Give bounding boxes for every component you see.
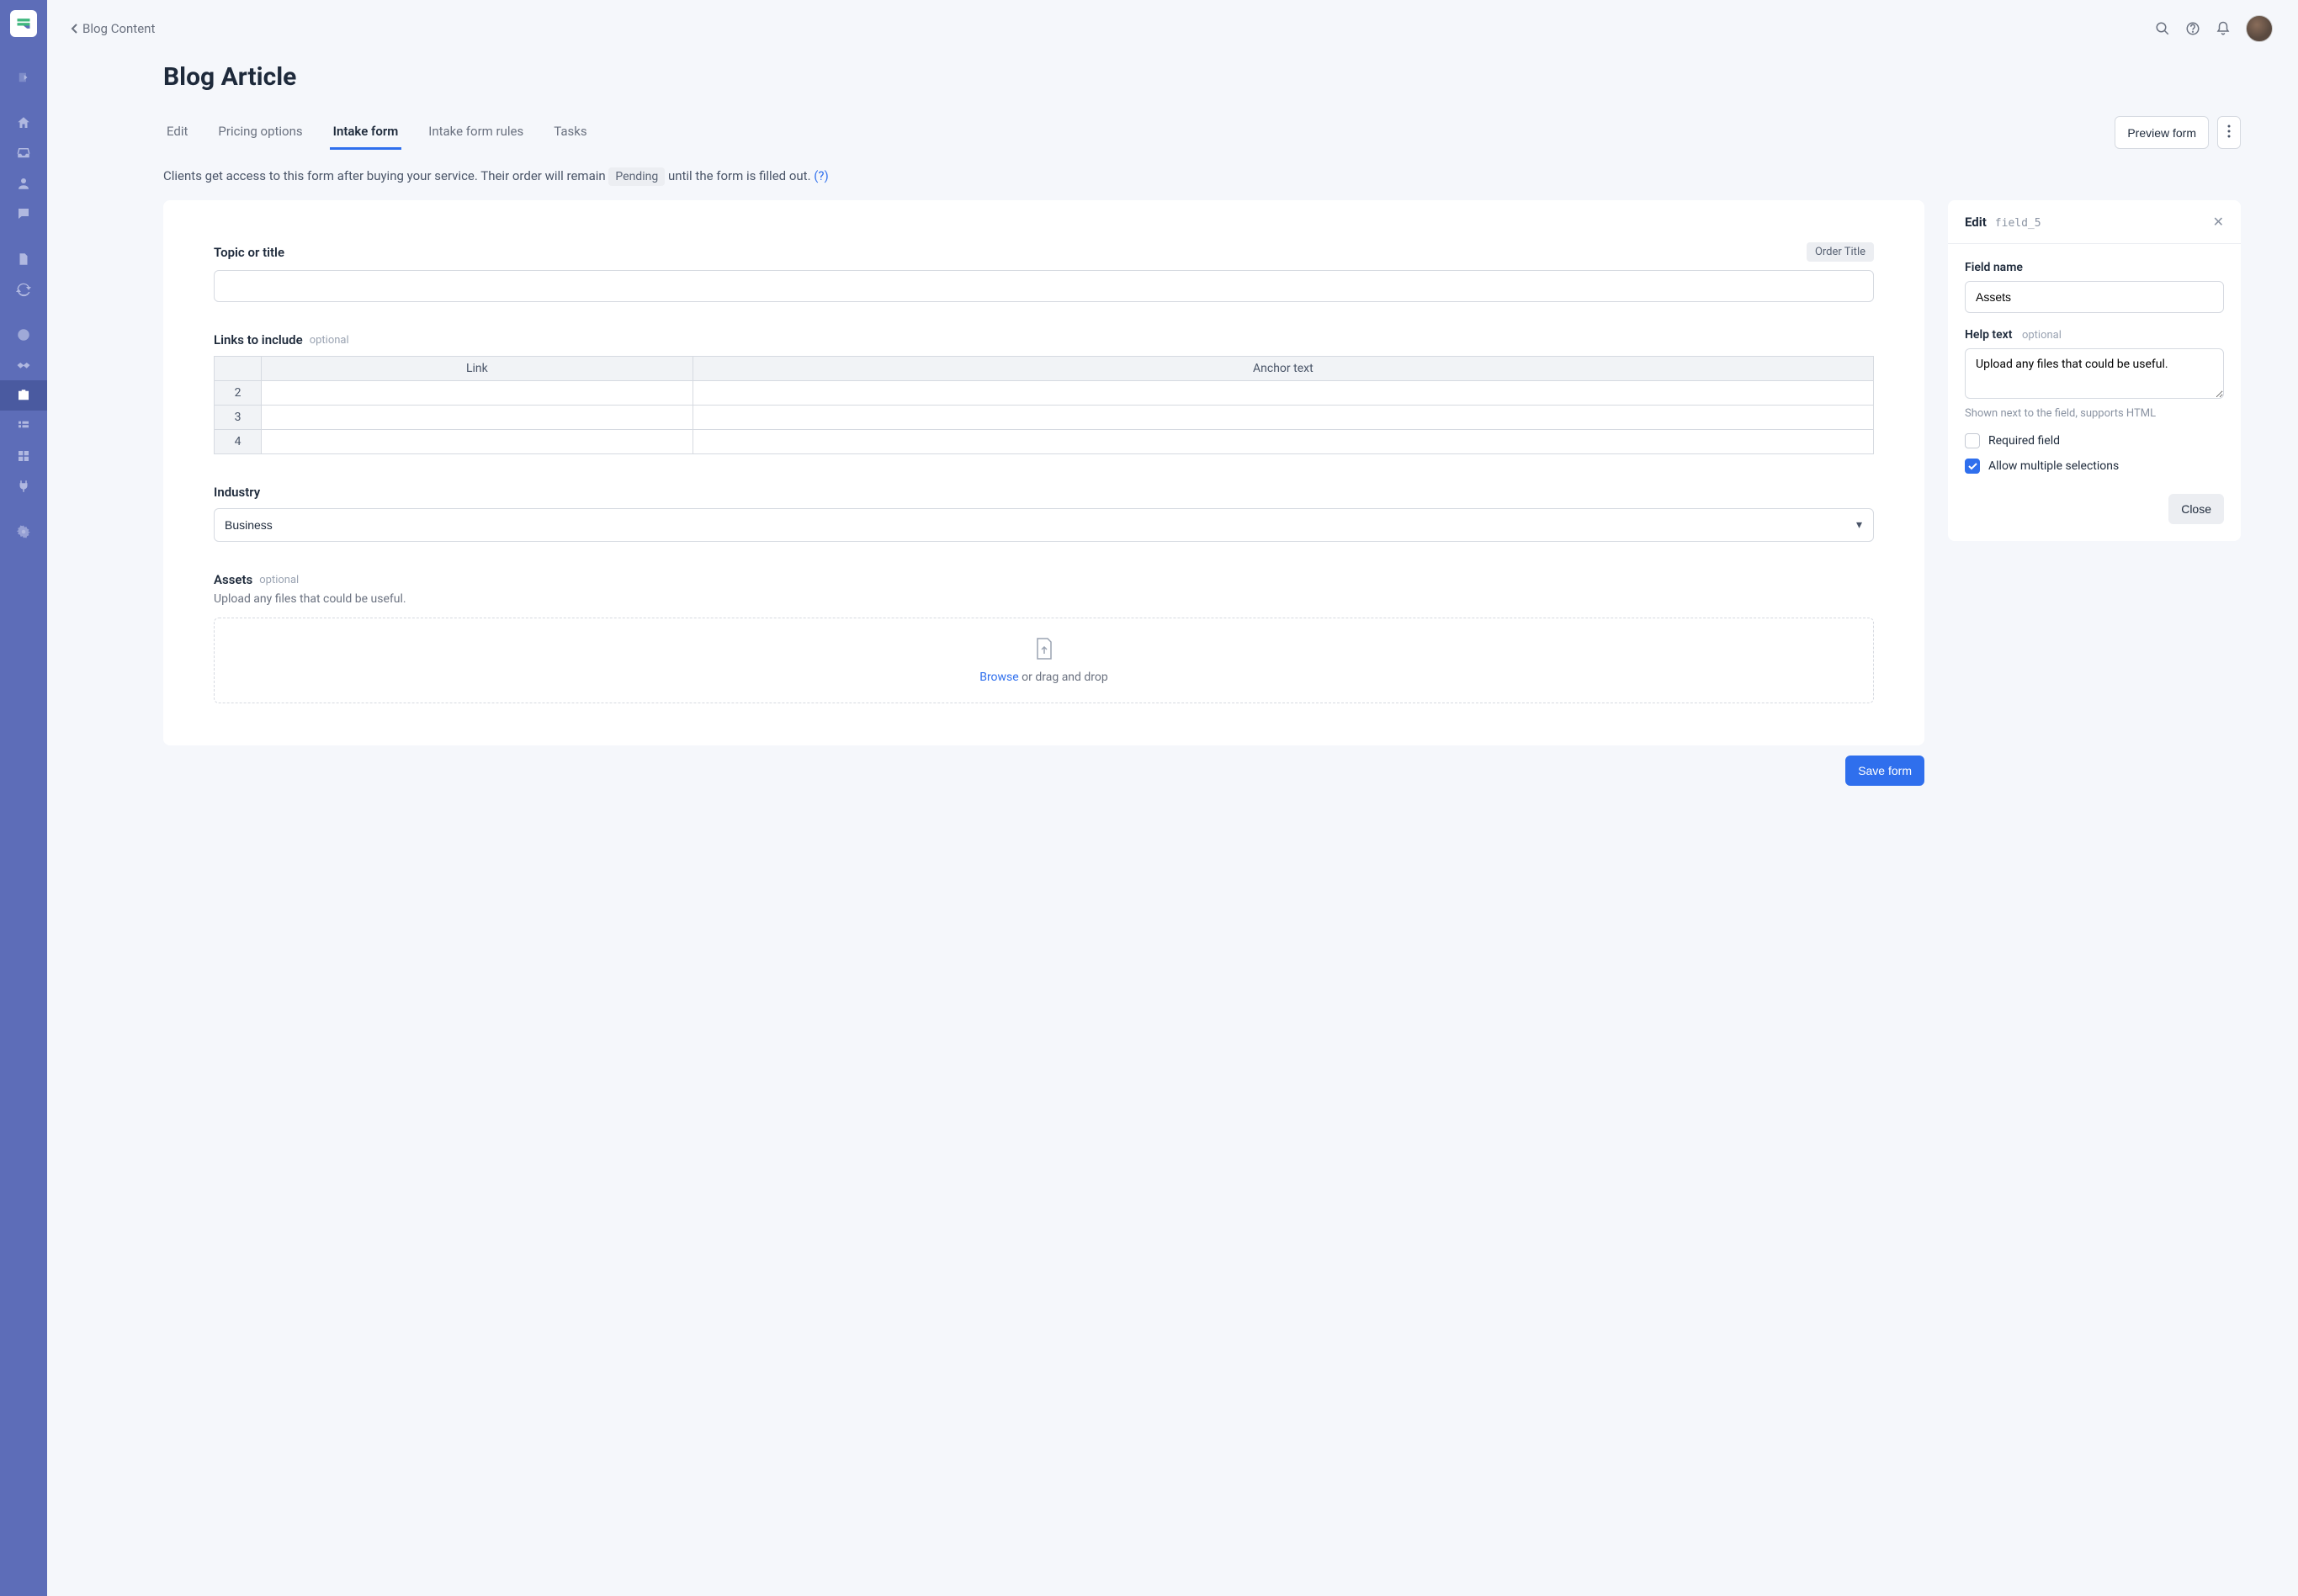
save-form-button[interactable]: Save form — [1845, 756, 1924, 786]
pending-badge: Pending — [608, 167, 665, 186]
settings-icon[interactable] — [0, 517, 47, 547]
table-row: 4 — [215, 430, 1874, 454]
chat-icon[interactable] — [0, 199, 47, 229]
links-optional: optional — [310, 334, 349, 347]
chevron-left-icon — [71, 23, 79, 34]
info-help-link[interactable]: (?) — [814, 168, 828, 183]
checkbox-icon — [1965, 433, 1980, 448]
field-links: Links to include optional Link Anchor te… — [214, 332, 1874, 454]
checkbox-checked-icon — [1965, 459, 1980, 474]
help-text-hint: Shown next to the field, supports HTML — [1965, 407, 2224, 420]
field-name-input[interactable] — [1965, 281, 2224, 313]
industry-label: Industry — [214, 485, 260, 500]
form-card: Topic or title Order Title Links to incl… — [163, 200, 1924, 745]
assets-help: Upload any files that could be useful. — [214, 592, 1874, 606]
required-field-checkbox[interactable]: Required field — [1965, 433, 2224, 448]
file-upload-icon — [1034, 637, 1054, 660]
user-icon[interactable] — [0, 168, 47, 199]
inbox-icon[interactable] — [0, 138, 47, 168]
field-industry: Industry Business ▾ — [214, 485, 1874, 542]
links-col-anchor: Anchor text — [693, 357, 1873, 381]
list-icon[interactable] — [0, 411, 47, 441]
tabs: Edit Pricing options Intake form Intake … — [163, 115, 591, 150]
dots-vertical-icon — [2227, 125, 2231, 138]
table-row: 2 — [215, 381, 1874, 406]
field-topic: Topic or title Order Title — [214, 242, 1874, 302]
search-icon[interactable] — [2155, 21, 2170, 36]
links-table: Link Anchor text 2 3 4 — [214, 356, 1874, 454]
handshake-icon[interactable] — [0, 350, 47, 380]
links-label: Links to include — [214, 332, 303, 347]
bell-icon[interactable] — [2216, 21, 2231, 36]
sync-icon[interactable] — [0, 274, 47, 305]
briefcase-icon[interactable] — [0, 380, 47, 411]
tab-intake[interactable]: Intake form — [330, 115, 402, 150]
close-button[interactable]: Close — [2168, 494, 2224, 524]
industry-select[interactable]: Business — [214, 508, 1874, 542]
plug-icon[interactable] — [0, 471, 47, 501]
home-icon[interactable] — [0, 108, 47, 138]
assets-optional: optional — [259, 574, 299, 586]
breadcrumb[interactable]: Blog Content — [71, 21, 155, 36]
panel-field-id: field_5 — [1995, 217, 2041, 230]
help-icon[interactable] — [2185, 21, 2200, 36]
info-line: Clients get access to this form after bu… — [47, 150, 2298, 200]
more-menu-button[interactable] — [2217, 116, 2241, 149]
help-text-label: Help text optional — [1965, 328, 2224, 342]
assets-dropzone[interactable]: Browse or drag and drop — [214, 618, 1874, 703]
avatar[interactable] — [2246, 15, 2273, 42]
assets-label: Assets — [214, 572, 252, 587]
topbar: Blog Content — [47, 0, 2298, 50]
help-text-input[interactable] — [1965, 348, 2224, 399]
breadcrumb-parent: Blog Content — [82, 21, 155, 36]
tab-rules[interactable]: Intake form rules — [425, 115, 527, 150]
field-name-label: Field name — [1965, 261, 2224, 274]
app-logo[interactable] — [10, 10, 37, 37]
topic-label: Topic or title — [214, 245, 284, 260]
table-row: 3 — [215, 406, 1874, 430]
allow-multiple-checkbox[interactable]: Allow multiple selections — [1965, 459, 2224, 474]
sidebar — [0, 0, 47, 1596]
tab-pricing[interactable]: Pricing options — [215, 115, 305, 150]
preview-form-button[interactable]: Preview form — [2115, 116, 2209, 149]
page-title: Blog Article — [163, 62, 2241, 92]
close-icon[interactable]: ✕ — [2213, 214, 2224, 230]
panel-title: Edit — [1965, 215, 1987, 230]
browse-link[interactable]: Browse — [979, 671, 1018, 684]
tab-tasks[interactable]: Tasks — [550, 115, 590, 150]
edit-field-panel: Edit field_5 ✕ Field name Help text opti… — [1948, 200, 2241, 541]
links-col-link: Link — [262, 357, 693, 381]
field-assets: Assets optional Upload any files that co… — [214, 572, 1874, 703]
file-icon[interactable] — [0, 244, 47, 274]
order-title-badge: Order Title — [1807, 242, 1874, 262]
topic-input[interactable] — [214, 270, 1874, 302]
grid-icon[interactable] — [0, 441, 47, 471]
compass-icon[interactable] — [0, 320, 47, 350]
tab-edit[interactable]: Edit — [163, 115, 191, 150]
collapse-icon[interactable] — [0, 62, 47, 93]
